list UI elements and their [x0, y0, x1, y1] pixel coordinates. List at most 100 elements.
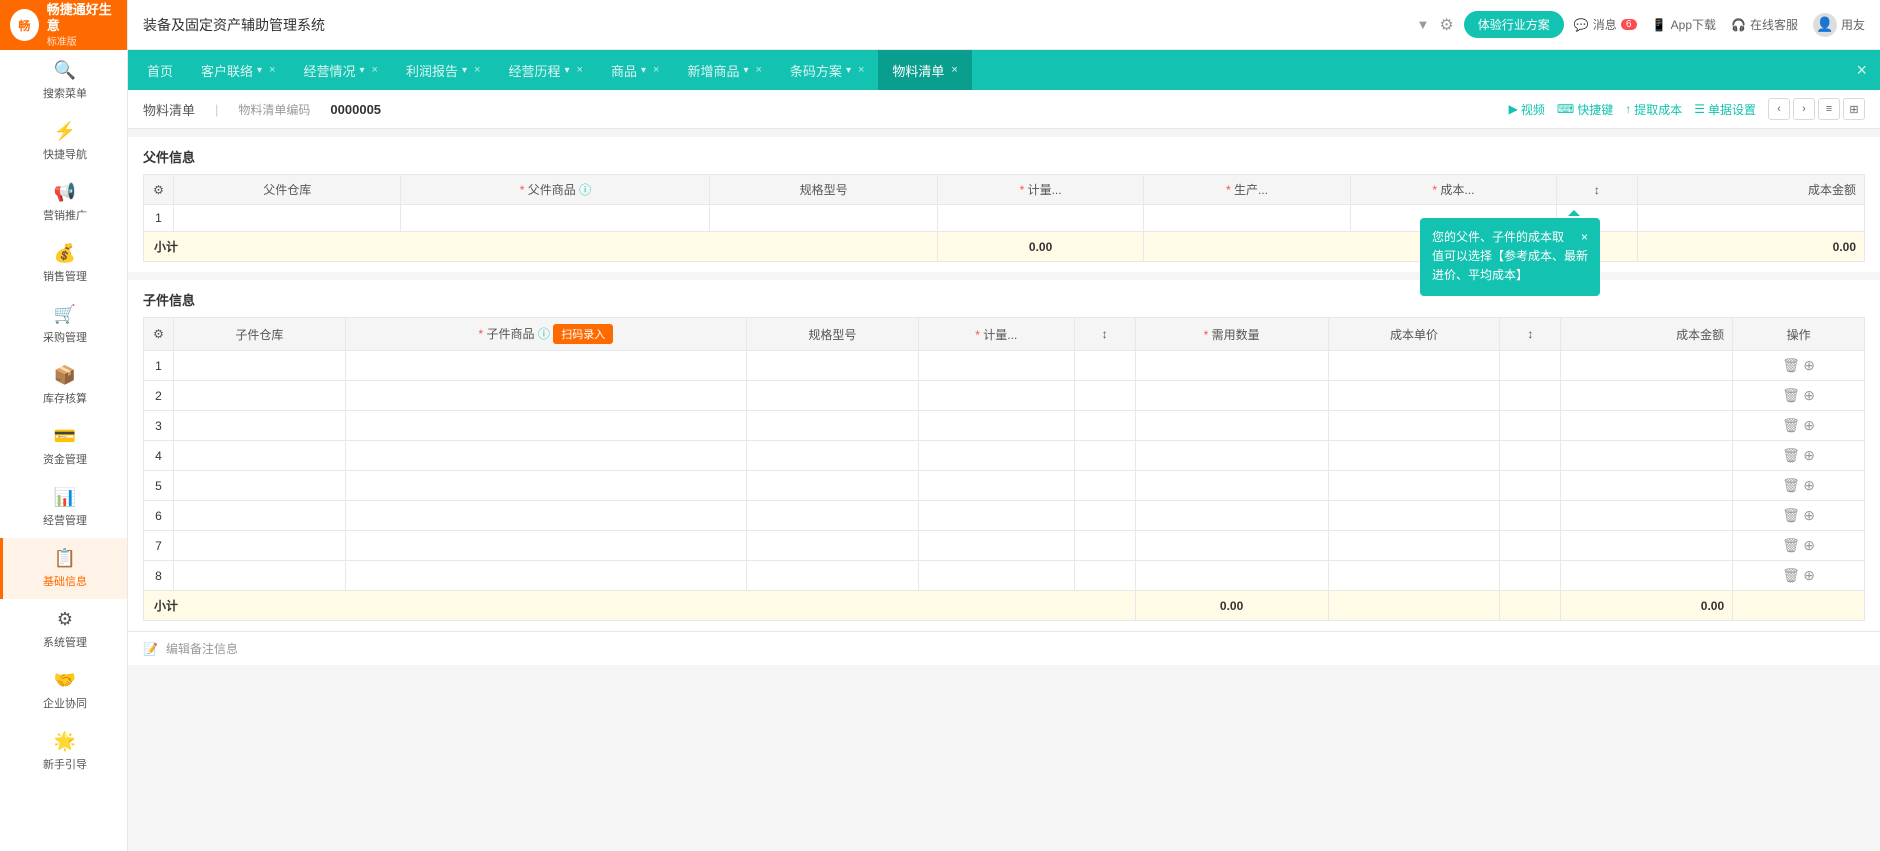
user-item[interactable]: 👤 用友	[1813, 13, 1865, 37]
sidebar-item-guide[interactable]: 🌟 新手引导	[0, 721, 127, 782]
message-icon: 💬	[1574, 18, 1589, 32]
child-table: ⚙ 子件仓库 * 子件商品 ⓘ 扫码录入 规格型号 * 计量... ↕ * 需用…	[143, 317, 1865, 621]
headset-icon: 🎧	[1731, 18, 1746, 32]
main-content: 装备及固定资产辅助管理系统 ▼ ⚙ 体验行业方案 💬 消息 6 📱 App下载 …	[128, 0, 1880, 851]
next-btn[interactable]: ›	[1793, 98, 1815, 120]
settings-icon[interactable]: ⚙	[1439, 15, 1453, 35]
sidebar-item-inventory[interactable]: 📦 库存核算	[0, 355, 127, 416]
delete-icon-2[interactable]: 🗑	[1782, 387, 1800, 403]
app-name: 畅捷通好生意	[47, 2, 117, 33]
sidebar-item-finance[interactable]: 💳 资金管理	[0, 416, 127, 477]
sidebar: 畅 畅捷通好生意 标准版 🔍 搜索菜单⚡ 快捷导航📢 营销推广💰 销售管理🛒 采…	[0, 0, 128, 851]
parent-col-settings[interactable]: ⚙	[144, 175, 174, 205]
prev-btn[interactable]: ‹	[1768, 98, 1790, 120]
copy-icon-5[interactable]: ⊕	[1803, 477, 1815, 493]
delete-icon-8[interactable]: 🗑	[1782, 567, 1800, 583]
single-settings-action[interactable]: ☰ 单据设置	[1694, 101, 1756, 118]
parent-col-cost: * 成本...	[1350, 175, 1556, 205]
child-row-8: 8 🗑 ⊕	[144, 561, 1865, 591]
view-action[interactable]: ▶ 视频	[1509, 101, 1545, 118]
sidebar-label-enterprise: 企业协同	[43, 695, 87, 711]
tab-barcode[interactable]: 条码方案 ▾ ×	[776, 50, 878, 90]
parent-info-section: 父件信息 ⚙ 父件仓库 * 父件商品 ⓘ 规格型号 * 计量... * 生产..…	[128, 137, 1880, 272]
sidebar-item-operations-mgmt[interactable]: 📊 经营管理	[0, 477, 127, 538]
copy-icon-6[interactable]: ⊕	[1803, 507, 1815, 523]
parent-col-sort: ↕	[1557, 175, 1637, 205]
copy-icon-1[interactable]: ⊕	[1803, 357, 1815, 373]
tab-customer[interactable]: 客户联络 ▾ ×	[187, 50, 289, 90]
child-col-sort: ↕	[1074, 318, 1135, 351]
tab-home[interactable]: 首页	[133, 50, 187, 90]
breadcrumb-bom[interactable]: 物料清单	[143, 100, 195, 119]
sidebar-item-system[interactable]: ⚙ 系统管理	[0, 599, 127, 660]
sidebar-label-search: 搜索菜单	[43, 85, 87, 101]
copy-icon-3[interactable]: ⊕	[1803, 417, 1815, 433]
sidebar-item-marketing[interactable]: 📢 营销推广	[0, 172, 127, 233]
inventory-icon: 📦	[54, 365, 76, 386]
copy-icon-4[interactable]: ⊕	[1803, 447, 1815, 463]
video-icon: ▶	[1509, 102, 1518, 116]
copy-icon-8[interactable]: ⊕	[1803, 567, 1815, 583]
child-col-settings[interactable]: ⚙	[144, 318, 174, 351]
parent-col-production: * 生产...	[1144, 175, 1350, 205]
tooltip-close-btn[interactable]: ×	[1581, 228, 1588, 247]
delete-icon-4[interactable]: 🗑	[1782, 447, 1800, 463]
sidebar-label-sales: 销售管理	[43, 268, 87, 284]
tab-goods[interactable]: 商品 ▾ ×	[597, 50, 673, 90]
child-col-unit: * 计量...	[918, 318, 1074, 351]
online-service-item[interactable]: 🎧 在线客服	[1731, 16, 1798, 33]
tab-operations[interactable]: 经营情况 ▾ ×	[290, 50, 392, 90]
nav-tabs: 首页 客户联络 ▾ × 经营情况 ▾ × 利润报告 ▾ × 经营历程 ▾ × 商…	[128, 50, 1880, 90]
delete-icon-5[interactable]: 🗑	[1782, 477, 1800, 493]
sidebar-item-basic-info[interactable]: 📋 基础信息	[0, 538, 127, 599]
phone-icon: 📱	[1652, 18, 1667, 32]
parent-table: ⚙ 父件仓库 * 父件商品 ⓘ 规格型号 * 计量... * 生产... * 成…	[143, 174, 1865, 262]
copy-icon-2[interactable]: ⊕	[1803, 387, 1815, 403]
sales-icon: 💰	[54, 243, 76, 264]
sidebar-label-basic-info: 基础信息	[43, 573, 87, 589]
child-col-action: 操作	[1733, 318, 1865, 351]
sidebar-item-quick-nav[interactable]: ⚡ 快捷导航	[0, 111, 127, 172]
content-area: 物料清单 | 物料清单编码 0000005 ▶ 视频 ⌨ 快捷键 ↑ 提取成本 …	[128, 90, 1880, 851]
bottom-hint: 📝 编辑备注信息	[128, 631, 1880, 665]
app-download-item[interactable]: 📱 App下载	[1652, 16, 1716, 33]
close-all-icon[interactable]: ×	[1848, 60, 1875, 81]
delete-icon-1[interactable]: 🗑	[1782, 357, 1800, 373]
tab-history[interactable]: 经营历程 ▾ ×	[494, 50, 596, 90]
child-col-cost-amount: 成本金额	[1561, 318, 1733, 351]
message-badge: 6	[1621, 19, 1637, 30]
page-header: 物料清单 | 物料清单编码 0000005 ▶ 视频 ⌨ 快捷键 ↑ 提取成本 …	[128, 90, 1880, 129]
delete-icon-3[interactable]: 🗑	[1782, 417, 1800, 433]
system-dropdown-icon[interactable]: ▼	[1417, 17, 1430, 32]
search-icon: 🔍	[54, 60, 76, 81]
child-col-cost-unit: 成本单价	[1328, 318, 1500, 351]
tab-new-goods[interactable]: 新增商品 ▾ ×	[673, 50, 775, 90]
child-col-qty: * 需用数量	[1135, 318, 1328, 351]
sidebar-item-purchase[interactable]: 🛒 采购管理	[0, 294, 127, 355]
sidebar-item-enterprise[interactable]: 🤝 企业协同	[0, 660, 127, 721]
basic-info-icon: 📋	[54, 548, 76, 569]
message-item[interactable]: 💬 消息 6	[1574, 16, 1637, 33]
finance-icon: 💳	[54, 426, 76, 447]
topbar-right: 💬 消息 6 📱 App下载 🎧 在线客服 👤 用友	[1574, 13, 1865, 37]
guide-icon: 🌟	[54, 731, 76, 752]
keyboard-icon: ⌨	[1557, 102, 1574, 116]
sidebar-nav: 🔍 搜索菜单⚡ 快捷导航📢 营销推广💰 销售管理🛒 采购管理📦 库存核算💳 资金…	[0, 50, 127, 782]
sidebar-label-guide: 新手引导	[43, 756, 87, 772]
parent-section-title: 父件信息	[143, 147, 1865, 166]
scan-btn[interactable]: 扫码录入	[553, 324, 613, 344]
tab-bom[interactable]: 物料清单 ×	[878, 50, 971, 90]
sidebar-item-search[interactable]: 🔍 搜索菜单	[0, 50, 127, 111]
list-view-btn[interactable]: ≡	[1818, 98, 1840, 120]
shortcut-action[interactable]: ⌨ 快捷键	[1557, 101, 1613, 118]
sidebar-item-sales[interactable]: 💰 销售管理	[0, 233, 127, 294]
grid-view-btn[interactable]: ⊞	[1843, 98, 1865, 120]
delete-icon-6[interactable]: 🗑	[1782, 507, 1800, 523]
tab-profit[interactable]: 利润报告 ▾ ×	[392, 50, 494, 90]
copy-icon-7[interactable]: ⊕	[1803, 537, 1815, 553]
trial-btn[interactable]: 体验行业方案	[1464, 11, 1564, 38]
parent-col-cost-amount: 成本金额	[1637, 175, 1864, 205]
delete-icon-7[interactable]: 🗑	[1782, 537, 1800, 553]
extract-cost-action[interactable]: ↑ 提取成本	[1625, 101, 1682, 118]
child-col-sort2: ↕	[1500, 318, 1561, 351]
